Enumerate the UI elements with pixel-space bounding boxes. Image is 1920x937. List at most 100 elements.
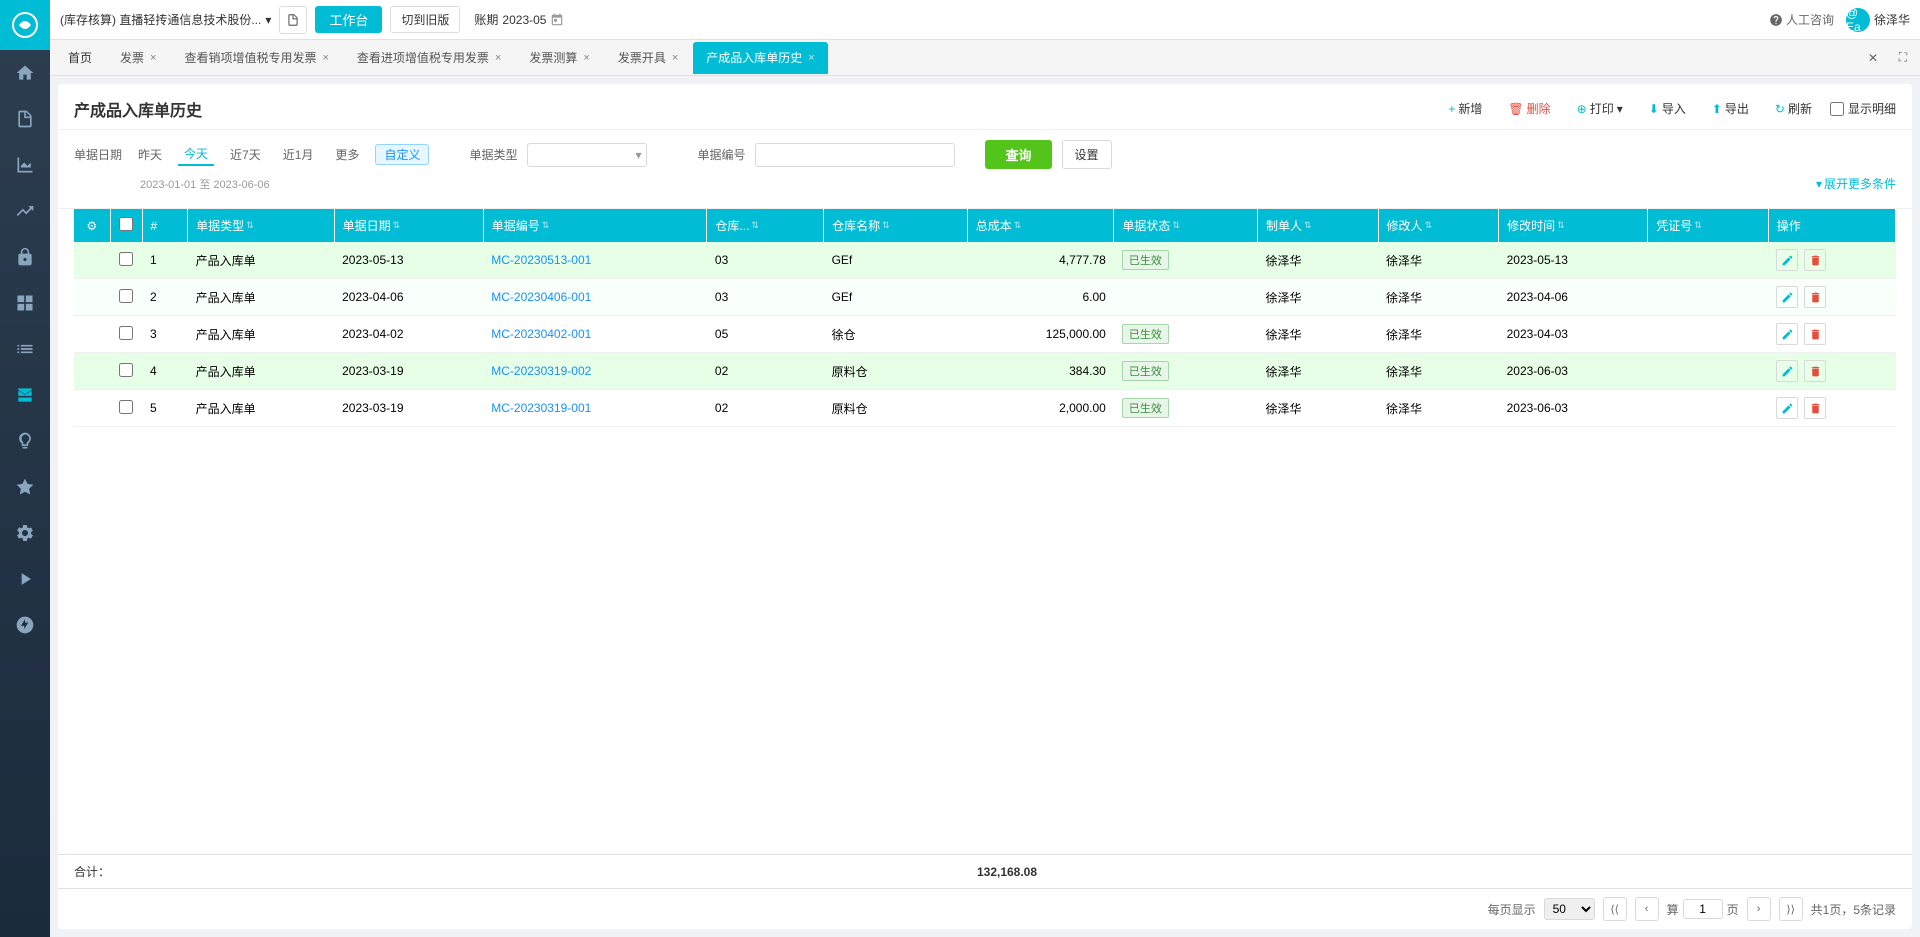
col-checkbox[interactable] xyxy=(110,209,142,242)
tab-home[interactable]: 首页 xyxy=(55,42,105,74)
row-delete-btn[interactable] xyxy=(1804,323,1826,345)
doc-number-link[interactable]: MC-20230513-001 xyxy=(491,253,591,267)
row-checkbox-4[interactable] xyxy=(119,400,133,414)
show-detail-checkbox[interactable] xyxy=(1830,102,1844,116)
col-modify-time[interactable]: 修改时间⇅ xyxy=(1499,209,1648,242)
col-warehouse-name[interactable]: 仓库名称⇅ xyxy=(824,209,968,242)
document-icon-btn[interactable] xyxy=(279,6,307,34)
row-delete-btn[interactable] xyxy=(1804,397,1826,419)
number-filter-input[interactable] xyxy=(755,143,955,167)
type-filter-select[interactable]: 产品入库单 xyxy=(527,143,647,167)
next-page-btn[interactable]: › xyxy=(1747,897,1771,921)
cell-number[interactable]: MC-20230319-002 xyxy=(483,353,707,390)
tab-invoice-open[interactable]: 发票开具 × xyxy=(605,42,691,74)
row-edit-btn[interactable] xyxy=(1776,360,1798,382)
company-selector[interactable]: (库存核算) 直播轻抟通信息技术股份... ▾ xyxy=(60,11,271,28)
cell-checkbox[interactable] xyxy=(110,390,142,427)
last-page-btn[interactable]: ⟩⟩ xyxy=(1779,897,1803,921)
sidebar-item-settings2[interactable] xyxy=(0,464,50,510)
col-status[interactable]: 单据状态⇅ xyxy=(1114,209,1258,242)
select-all-checkbox[interactable] xyxy=(119,217,133,231)
page-input[interactable] xyxy=(1683,899,1723,919)
col-date[interactable]: 单据日期⇅ xyxy=(334,209,483,242)
setting-button[interactable]: 设置 xyxy=(1062,140,1112,169)
switch-button[interactable]: 切到旧版 xyxy=(390,6,460,33)
first-page-btn[interactable]: ⟨⟨ xyxy=(1603,897,1627,921)
tab-purchase-vat-close[interactable]: × xyxy=(495,52,501,64)
filter-yesterday[interactable]: 昨天 xyxy=(132,144,168,165)
sidebar-item-lock[interactable] xyxy=(0,234,50,280)
cell-checkbox[interactable] xyxy=(110,316,142,353)
col-warehouse-code[interactable]: 仓库...⇅ xyxy=(707,209,824,242)
cell-number[interactable]: MC-20230406-001 xyxy=(483,279,707,316)
col-settings[interactable]: ⚙ xyxy=(74,209,110,242)
row-checkbox-0[interactable] xyxy=(119,252,133,266)
filter-custom[interactable]: 自定义 xyxy=(375,144,429,165)
sidebar-item-chart[interactable] xyxy=(0,142,50,188)
row-edit-btn[interactable] xyxy=(1776,286,1798,308)
sidebar-item-analytics[interactable] xyxy=(0,188,50,234)
service-button[interactable]: 人工咨询 xyxy=(1769,11,1834,28)
col-type[interactable]: 单据类型⇅ xyxy=(188,209,334,242)
close-all-btn[interactable]: ✕ xyxy=(1861,46,1885,70)
show-detail-toggle[interactable]: 显示明细 xyxy=(1830,100,1896,117)
col-total-cost[interactable]: 总成本⇅ xyxy=(967,209,1114,242)
workbench-button[interactable]: 工作台 xyxy=(315,6,382,33)
refresh-button[interactable]: ↻ 刷新 xyxy=(1767,96,1820,121)
row-checkbox-3[interactable] xyxy=(119,363,133,377)
new-button[interactable]: + 新增 xyxy=(1440,96,1490,121)
per-page-select[interactable]: 50 10 20 100 xyxy=(1544,898,1595,920)
filter-today[interactable]: 今天 xyxy=(178,143,214,166)
sidebar-item-list[interactable] xyxy=(0,326,50,372)
cell-checkbox[interactable] xyxy=(110,242,142,279)
row-edit-btn[interactable] xyxy=(1776,249,1798,271)
doc-number-link[interactable]: MC-20230319-002 xyxy=(491,364,591,378)
col-modifier[interactable]: 修改人⇅ xyxy=(1378,209,1499,242)
cell-number[interactable]: MC-20230319-001 xyxy=(483,390,707,427)
filter-last1m[interactable]: 近1月 xyxy=(277,144,320,165)
row-checkbox-1[interactable] xyxy=(119,289,133,303)
row-checkbox-2[interactable] xyxy=(119,326,133,340)
row-delete-btn[interactable] xyxy=(1804,360,1826,382)
tab-invoice-calc[interactable]: 发票测算 × xyxy=(516,42,602,74)
sidebar-item-home[interactable] xyxy=(0,50,50,96)
col-number[interactable]: 单据编号⇅ xyxy=(483,209,707,242)
sidebar-item-stamp[interactable] xyxy=(0,418,50,464)
user-menu[interactable]: @ Ea 徐泽华 xyxy=(1846,8,1910,32)
col-creator[interactable]: 制单人⇅ xyxy=(1258,209,1379,242)
cell-number[interactable]: MC-20230402-001 xyxy=(483,316,707,353)
sidebar-item-grid[interactable] xyxy=(0,280,50,326)
cell-checkbox[interactable] xyxy=(110,353,142,390)
import-button[interactable]: ⬇ 导入 xyxy=(1641,96,1694,121)
expand-conditions-btn[interactable]: ▾ 展开更多条件 xyxy=(1816,175,1896,192)
cell-number[interactable]: MC-20230513-001 xyxy=(483,242,707,279)
search-button[interactable]: 查询 xyxy=(985,140,1051,169)
sidebar-item-play[interactable] xyxy=(0,556,50,602)
row-edit-btn[interactable] xyxy=(1776,323,1798,345)
filter-more[interactable]: 更多 xyxy=(329,144,365,165)
row-delete-btn[interactable] xyxy=(1804,249,1826,271)
row-edit-btn[interactable] xyxy=(1776,397,1798,419)
tab-invoice-open-close[interactable]: × xyxy=(672,52,678,64)
tab-invoices-close[interactable]: × xyxy=(150,52,156,64)
cell-checkbox[interactable] xyxy=(110,279,142,316)
print-button[interactable]: ⊕ 打印 ▾ xyxy=(1569,96,1631,121)
sidebar-item-inventory[interactable] xyxy=(0,372,50,418)
sidebar-item-doc[interactable] xyxy=(0,96,50,142)
row-delete-btn[interactable] xyxy=(1804,286,1826,308)
col-voucher[interactable]: 凭证号⇅ xyxy=(1648,209,1769,242)
export-button[interactable]: ⬆ 导出 xyxy=(1704,96,1757,121)
sidebar-item-version[interactable] xyxy=(0,602,50,648)
tab-sales-vat-close[interactable]: × xyxy=(322,52,328,64)
tab-invoice-calc-close[interactable]: × xyxy=(583,52,589,64)
doc-number-link[interactable]: MC-20230406-001 xyxy=(491,290,591,304)
sidebar-item-gear[interactable] xyxy=(0,510,50,556)
prev-page-btn[interactable]: ‹ xyxy=(1635,897,1659,921)
maximize-btn[interactable]: ⛶ xyxy=(1891,46,1915,70)
doc-number-link[interactable]: MC-20230319-001 xyxy=(491,401,591,415)
tab-purchase-vat[interactable]: 查看进项增值税专用发票 × xyxy=(344,42,514,74)
delete-button[interactable]: 🗑 删除 xyxy=(1500,96,1558,121)
tab-sales-vat[interactable]: 查看销项增值税专用发票 × xyxy=(171,42,341,74)
doc-number-link[interactable]: MC-20230402-001 xyxy=(491,327,591,341)
tab-product-history-close[interactable]: × xyxy=(808,52,814,64)
